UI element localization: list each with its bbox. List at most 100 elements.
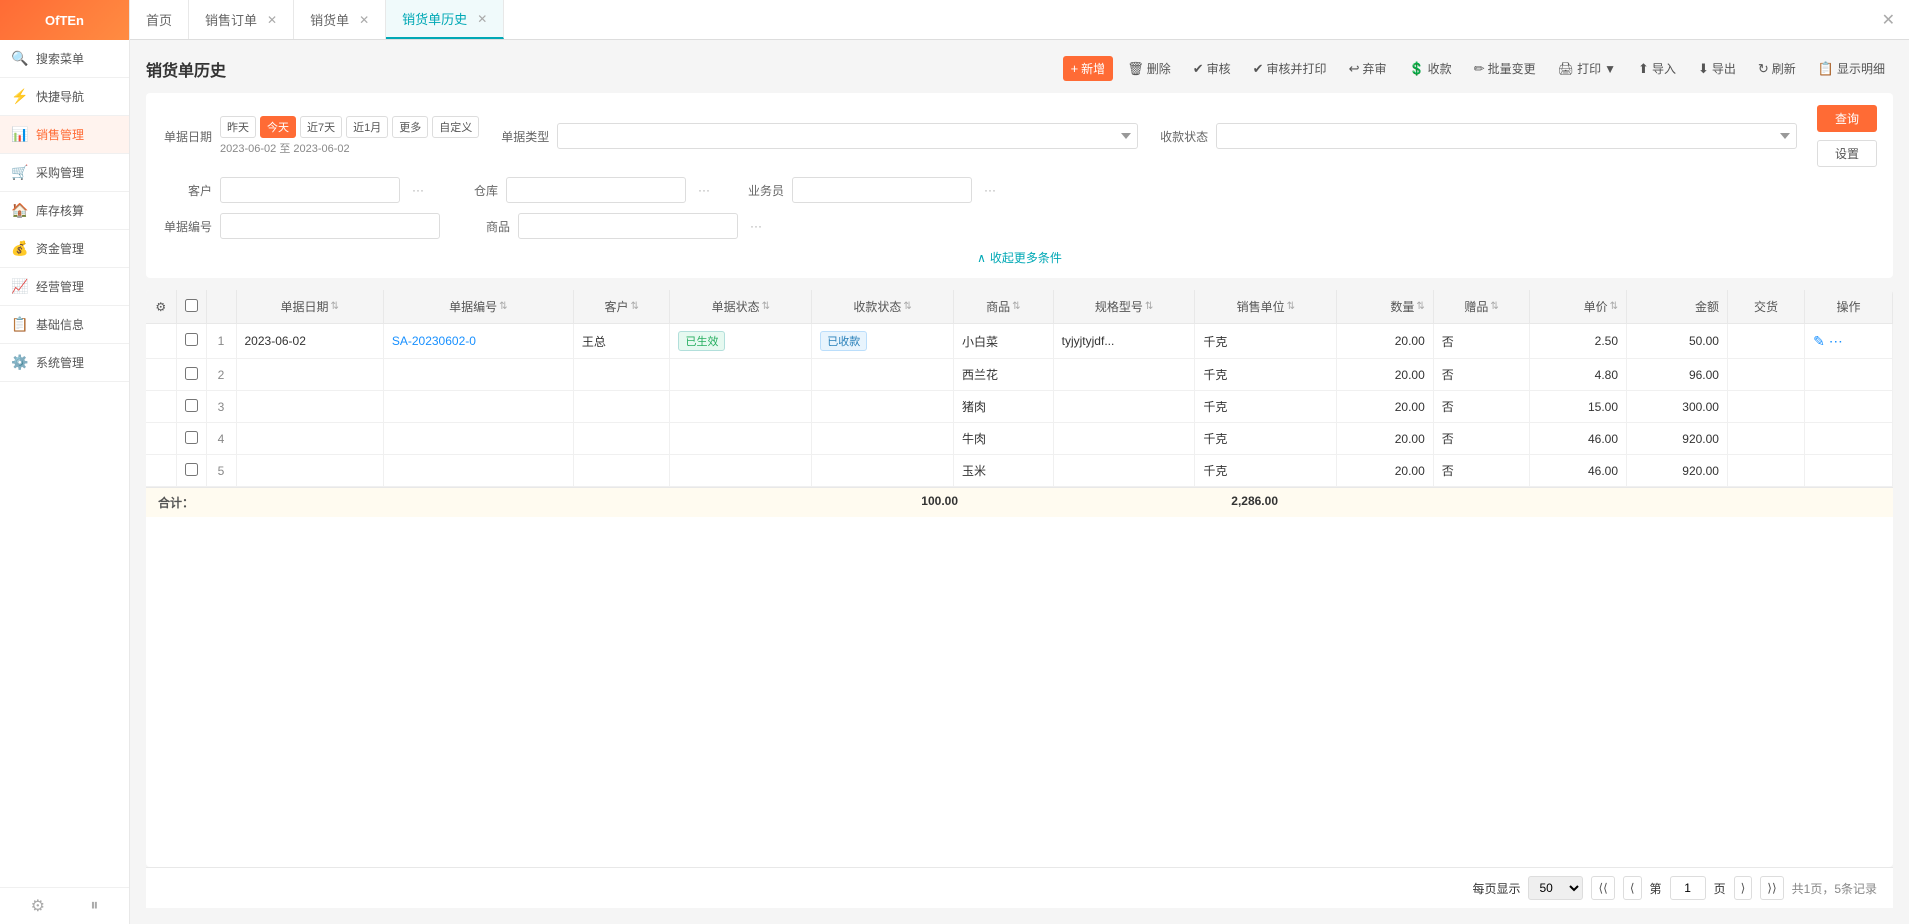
tab-sales-history-close[interactable]: ✕ bbox=[477, 12, 487, 26]
sidebar-item-quick-nav[interactable]: ⚡ 快捷导航 bbox=[0, 78, 129, 116]
customer-input[interactable] bbox=[220, 177, 400, 203]
warehouse-input[interactable] bbox=[506, 177, 686, 203]
new-button[interactable]: + 新增 bbox=[1063, 56, 1114, 81]
row-checkbox[interactable] bbox=[185, 431, 198, 444]
show-detail-button[interactable]: 📋 显示明细 bbox=[1810, 56, 1893, 81]
sidebar-label-finance: 资金管理 bbox=[36, 240, 84, 257]
page-size-select[interactable]: 50 20 100 bbox=[1528, 876, 1583, 900]
page-first-btn[interactable]: ⟨⟨ bbox=[1591, 876, 1614, 900]
col-unit[interactable]: 销售单位 ⇅ bbox=[1195, 290, 1337, 324]
sidebar-item-inventory[interactable]: 🏠 库存核算 bbox=[0, 192, 129, 230]
goods-input[interactable] bbox=[518, 213, 738, 239]
row-price: 4.80 bbox=[1530, 359, 1627, 391]
sidebar-item-basic-info[interactable]: 📋 基础信息 bbox=[0, 306, 129, 344]
audit-button[interactable]: ✔ 审核 bbox=[1185, 56, 1239, 81]
date-btn-more[interactable]: 更多 bbox=[392, 116, 428, 138]
tab-sales-goods[interactable]: 销货单 ✕ bbox=[294, 0, 386, 39]
page-input[interactable] bbox=[1670, 876, 1706, 900]
staff-input[interactable] bbox=[792, 177, 972, 203]
row-settings bbox=[146, 391, 176, 423]
sidebar-bottom: ⚙ ⏸ bbox=[0, 887, 129, 924]
date-btn-custom[interactable]: 自定义 bbox=[432, 116, 479, 138]
sidebar-item-finance[interactable]: 💰 资金管理 bbox=[0, 230, 129, 268]
row-action bbox=[1805, 359, 1893, 391]
page-prev-btn[interactable]: ⟨ bbox=[1623, 876, 1642, 900]
query-button[interactable]: 查询 bbox=[1817, 105, 1877, 132]
edit-action-icon[interactable]: ✎ bbox=[1813, 333, 1825, 350]
warehouse-ellipsis-btn[interactable]: ··· bbox=[694, 183, 714, 197]
filter-doc-type-label: 单据类型 bbox=[499, 128, 549, 145]
audit-print-icon: ✔ bbox=[1253, 61, 1264, 77]
import-button[interactable]: ⬆ 导入 bbox=[1630, 56, 1684, 81]
select-all-checkbox[interactable] bbox=[185, 299, 198, 312]
tab-sales-order-close[interactable]: ✕ bbox=[267, 13, 277, 27]
col-doc-status[interactable]: 单据状态 ⇅ bbox=[670, 290, 812, 324]
col-settings[interactable]: ⚙ bbox=[146, 290, 176, 324]
row-pay-status bbox=[812, 391, 954, 423]
print-button[interactable]: 🖨 打印 ▼ bbox=[1550, 56, 1624, 81]
col-goods[interactable]: 商品 ⇅ bbox=[953, 290, 1053, 324]
col-date[interactable]: 单据日期 ⇅ bbox=[236, 290, 383, 324]
tab-sales-goods-close[interactable]: ✕ bbox=[359, 13, 369, 27]
row-checkbox[interactable] bbox=[185, 333, 198, 346]
date-btn-7days[interactable]: 近7天 bbox=[300, 116, 342, 138]
row-checkbox[interactable] bbox=[185, 463, 198, 476]
doc-no-link[interactable]: SA-20230602-0 bbox=[392, 334, 476, 348]
collapse-button[interactable]: ∧ 收起更多条件 bbox=[162, 249, 1877, 266]
gift-sort-icon: ⇅ bbox=[1490, 301, 1498, 312]
sidebar-collapse-btn[interactable]: ⏸ bbox=[90, 897, 98, 915]
date-btn-1month[interactable]: 近1月 bbox=[346, 116, 388, 138]
customer-ellipsis-btn[interactable]: ··· bbox=[408, 183, 428, 197]
row-checkbox[interactable] bbox=[185, 399, 198, 412]
sidebar-item-search-menu[interactable]: 🔍 搜索菜单 bbox=[0, 40, 129, 78]
date-btn-yesterday[interactable]: 昨天 bbox=[220, 116, 256, 138]
col-customer[interactable]: 客户 ⇅ bbox=[573, 290, 670, 324]
sidebar-item-purchase-mgmt[interactable]: 🛒 采购管理 bbox=[0, 154, 129, 192]
row-pay-status: 已收款 bbox=[812, 324, 954, 359]
table-row: 4牛肉千克20.00否46.00920.00 bbox=[146, 423, 1893, 455]
col-qty[interactable]: 数量 ⇅ bbox=[1337, 290, 1434, 324]
sidebar-item-sys-mgmt[interactable]: ⚙️ 系统管理 bbox=[0, 344, 129, 382]
row-qty: 20.00 bbox=[1337, 391, 1434, 423]
date-btn-today[interactable]: 今天 bbox=[260, 116, 296, 138]
export-button[interactable]: ⬇ 导出 bbox=[1690, 56, 1744, 81]
sidebar-item-operations[interactable]: 📈 经营管理 bbox=[0, 268, 129, 306]
tab-home[interactable]: 首页 bbox=[130, 0, 189, 39]
audit-print-button[interactable]: ✔ 审核并打印 bbox=[1245, 56, 1335, 81]
pay-status-select[interactable] bbox=[1216, 123, 1797, 149]
doc-number-input[interactable] bbox=[220, 213, 440, 239]
col-pay-status[interactable]: 收款状态 ⇅ bbox=[812, 290, 954, 324]
row-spec: tyjyjtyjdf... bbox=[1053, 324, 1195, 359]
tab-sales-order[interactable]: 销售订单 ✕ bbox=[189, 0, 294, 39]
discard-button[interactable]: ↩ 弃审 bbox=[1341, 56, 1395, 81]
tab-sales-history[interactable]: 销货单历史 ✕ bbox=[386, 0, 504, 39]
row-date bbox=[236, 359, 383, 391]
sidebar-item-sales-mgmt[interactable]: 📊 销售管理 bbox=[0, 116, 129, 154]
collect-button[interactable]: 💲 收款 bbox=[1400, 56, 1459, 81]
goods-ellipsis-btn[interactable]: ··· bbox=[746, 219, 766, 233]
row-checkbox[interactable] bbox=[185, 367, 198, 380]
set-button[interactable]: 设置 bbox=[1817, 140, 1877, 167]
toolbar: + 新增 🗑 删除 ✔ 审核 ✔ 审核并打印 ↩ 弃审 bbox=[1063, 56, 1893, 81]
more-action-icon[interactable]: ⋯ bbox=[1829, 333, 1843, 350]
refresh-button[interactable]: ↻ 刷新 bbox=[1750, 56, 1804, 81]
footer-total-amount: 2,286.00 bbox=[1166, 494, 1286, 511]
audit-print-label: 审核并打印 bbox=[1267, 60, 1327, 77]
batch-change-button[interactable]: ✏ 批量变更 bbox=[1466, 56, 1544, 81]
staff-ellipsis-btn[interactable]: ··· bbox=[980, 183, 1000, 197]
window-close-btn[interactable]: ✕ bbox=[1868, 0, 1909, 39]
page-last-btn[interactable]: ⟩⟩ bbox=[1760, 876, 1783, 900]
page-next-btn[interactable]: ⟩ bbox=[1734, 876, 1753, 900]
col-gift[interactable]: 赠品 ⇅ bbox=[1433, 290, 1530, 324]
new-label: 新增 bbox=[1081, 60, 1105, 77]
row-unit: 千克 bbox=[1195, 423, 1337, 455]
table-header-row: ⚙ 单据日期 ⇅ 单据编号 bbox=[146, 290, 1893, 324]
delete-button[interactable]: 🗑 删除 bbox=[1119, 56, 1179, 81]
col-price[interactable]: 单价 ⇅ bbox=[1530, 290, 1627, 324]
col-doc-no[interactable]: 单据编号 ⇅ bbox=[383, 290, 573, 324]
sidebar-settings-btn[interactable]: ⚙ bbox=[31, 896, 45, 916]
doc-type-select[interactable] bbox=[557, 123, 1138, 149]
footer-total-qty: 100.00 bbox=[846, 494, 966, 511]
col-spec[interactable]: 规格型号 ⇅ bbox=[1053, 290, 1195, 324]
row-num: 2 bbox=[206, 359, 236, 391]
